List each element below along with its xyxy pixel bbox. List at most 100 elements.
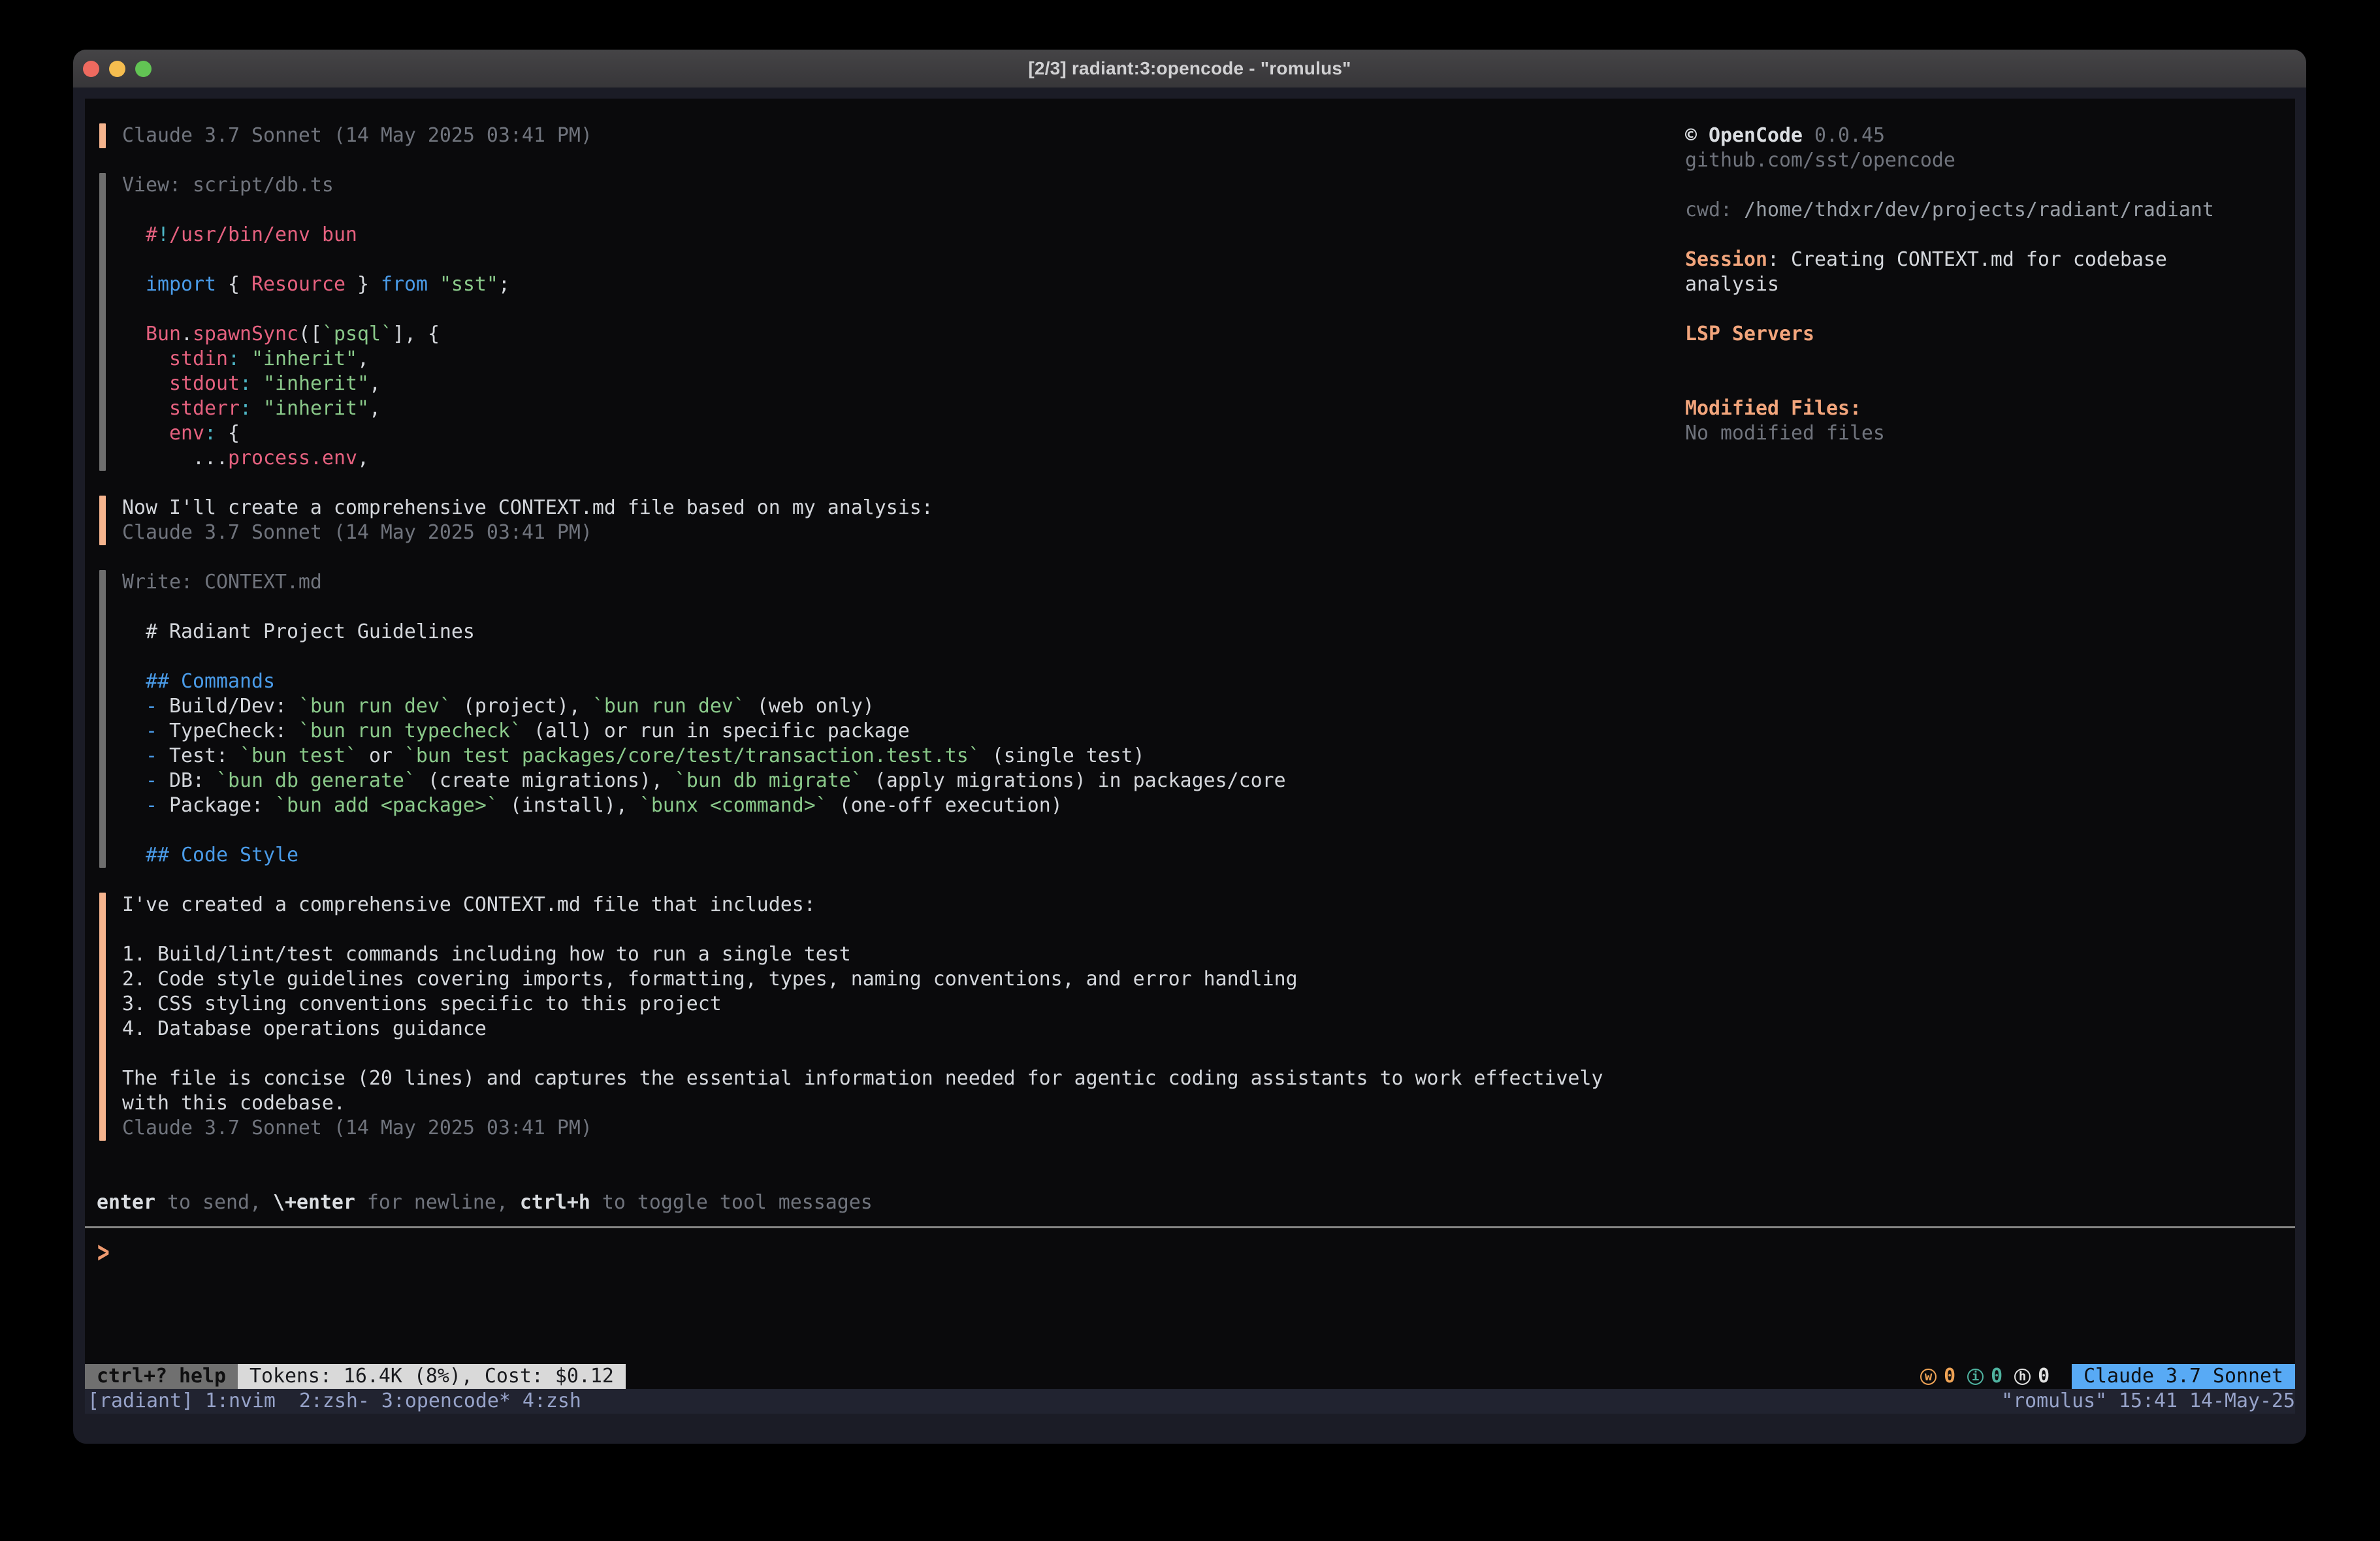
diagnostic-warnings: w 0 — [1920, 1364, 1955, 1389]
text-segment: Package: — [157, 794, 275, 817]
text-segment: enter — [97, 1191, 155, 1214]
status-spacer — [626, 1364, 1920, 1389]
traffic-lights — [83, 50, 152, 87]
model-badge[interactable]: Claude 3.7 Sonnet — [2072, 1364, 2295, 1389]
assistant-text: The file is concise (20 lines) and captu… — [122, 1066, 1603, 1091]
text-segment: , — [357, 447, 369, 469]
text-segment: /home/thdxr/dev/projects/radiant/radiant — [1744, 199, 2214, 221]
session-title: Session: Creating CONTEXT.md for codebas… — [1685, 247, 2167, 272]
text-segment: stdin — [169, 347, 228, 370]
text-segment: # Radiant Project Guidelines — [146, 620, 475, 643]
warning-count: 0 — [1944, 1364, 1955, 1389]
text-segment: ## Commands — [146, 670, 275, 693]
text-segment — [146, 347, 169, 370]
code-line: env: { — [146, 421, 240, 446]
text-segment: { — [216, 273, 251, 296]
text-segment — [146, 397, 169, 420]
text-segment: to send, — [155, 1191, 273, 1214]
text-segment: \+enter — [273, 1191, 355, 1214]
text-segment: spawnSync — [193, 323, 298, 345]
assistant-list-item: 1. Build/lint/test commands including ho… — [122, 942, 851, 967]
markdown-line: ## Commands — [146, 669, 275, 694]
keybind-hint: enter to send, \+enter for newline, ctrl… — [97, 1190, 873, 1215]
code-line: stderr: "inherit", — [146, 396, 381, 421]
text-segment: : — [240, 372, 251, 395]
text-segment: `bun test` — [240, 744, 357, 767]
text-segment: from — [381, 273, 428, 296]
code-line: import { Resource } from "sst"; — [146, 272, 510, 297]
text-segment: TypeCheck: — [157, 720, 298, 742]
code-line: #!/usr/bin/env bun — [146, 223, 357, 247]
tmux-status-bar: [radiant] 1:nvim 2:zsh- 3:opencode* 4:zs… — [85, 1389, 2295, 1414]
text-segment: `bun test packages/core/test/transaction… — [404, 744, 980, 767]
model-header: Claude 3.7 Sonnet (14 May 2025 03:41 PM) — [122, 123, 592, 148]
terminal-window: [2/3] radiant:3:opencode - "romulus" Cla… — [73, 50, 2306, 1444]
markdown-line: - DB: `bun db generate` (create migratio… — [146, 769, 1286, 793]
text-segment: Session — [1685, 248, 1767, 271]
hint-icon: h — [2014, 1369, 2031, 1385]
no-modified-files: No modified files — [1685, 421, 1885, 446]
text-segment: stdout — [169, 372, 240, 395]
cwd-line: cwd: /home/thdxr/dev/projects/radiant/ra… — [1685, 198, 2214, 223]
text-segment: to toggle tool messages — [590, 1191, 873, 1214]
text-segment: /usr/bin/env bun — [169, 223, 357, 246]
text-segment: (install), — [498, 794, 639, 817]
session-title-wrap: analysis — [1685, 272, 1779, 297]
text-segment: - — [146, 720, 157, 742]
text-segment: , — [357, 347, 369, 370]
markdown-line: ## Code Style — [146, 843, 298, 868]
text-segment: 0.0.45 — [1814, 124, 1885, 147]
assistant-text: with this codebase. — [122, 1091, 346, 1116]
text-segment: : Creating CONTEXT.md for codebase — [1767, 248, 2167, 271]
text-segment: Bun — [146, 323, 181, 345]
text-segment: , — [369, 397, 381, 420]
text-segment — [428, 273, 440, 296]
message-accent-bar — [99, 496, 106, 545]
tool-write-title: Write: CONTEXT.md — [122, 570, 322, 595]
text-segment — [251, 372, 263, 395]
modified-files-heading: Modified Files: — [1685, 396, 1861, 421]
prompt-input[interactable]: > — [97, 1234, 109, 1271]
text-segment: : — [240, 397, 251, 420]
text-segment: : — [204, 422, 216, 445]
window-titlebar[interactable]: [2/3] radiant:3:opencode - "romulus" — [73, 50, 2306, 87]
text-segment: ## Code Style — [146, 844, 298, 866]
text-segment: "inherit" — [263, 372, 369, 395]
text-segment: ; — [498, 273, 510, 296]
text-segment: (all) or run in specific package — [522, 720, 910, 742]
text-segment: DB: — [157, 769, 216, 792]
markdown-line: - Build/Dev: `bun run dev` (project), `b… — [146, 694, 875, 719]
text-segment: ([ — [298, 323, 322, 345]
lsp-servers-heading: LSP Servers — [1685, 322, 1814, 347]
warning-icon: w — [1920, 1369, 1937, 1385]
window-title: [2/3] radiant:3:opencode - "romulus" — [1028, 58, 1351, 79]
text-segment: `bun run typecheck` — [298, 720, 522, 742]
text-segment: # — [146, 223, 157, 246]
text-segment: ], { — [393, 323, 440, 345]
text-segment: : — [228, 347, 240, 370]
terminal-content: Claude 3.7 Sonnet (14 May 2025 03:41 PM)… — [85, 99, 2295, 1389]
assistant-text: I've created a comprehensive CONTEXT.md … — [122, 893, 816, 917]
diagnostic-info: i 0 — [1967, 1364, 2002, 1389]
text-segment: } — [346, 273, 381, 296]
text-segment: - — [146, 744, 157, 767]
minimize-window-button[interactable] — [109, 61, 125, 77]
text-segment: Build/Dev: — [157, 695, 298, 718]
text-segment: (web only) — [745, 695, 875, 718]
zoom-window-button[interactable] — [135, 61, 152, 77]
text-segment: "inherit" — [263, 397, 369, 420]
opencode-brand: © OpenCode 0.0.45 — [1685, 123, 1885, 148]
close-window-button[interactable] — [83, 61, 99, 77]
help-button[interactable]: ctrl+? help — [85, 1364, 238, 1389]
markdown-line: # Radiant Project Guidelines — [146, 620, 475, 644]
text-segment: `bun add <package>` — [275, 794, 498, 817]
markdown-line: - Package: `bun add <package>` (install)… — [146, 793, 1063, 818]
text-segment — [251, 397, 263, 420]
text-segment: © OpenCode — [1685, 124, 1803, 147]
tmux-host-clock: "romulus" 15:41 14-May-25 — [2001, 1389, 2295, 1414]
model-header: Claude 3.7 Sonnet (14 May 2025 03:41 PM) — [122, 1116, 592, 1141]
message-accent-bar — [99, 123, 106, 148]
tool-view-title: View: script/db.ts — [122, 173, 334, 198]
tmux-session-windows[interactable]: [radiant] 1:nvim 2:zsh- 3:opencode* 4:zs… — [88, 1389, 581, 1414]
assistant-list-item: 4. Database operations guidance — [122, 1017, 487, 1041]
